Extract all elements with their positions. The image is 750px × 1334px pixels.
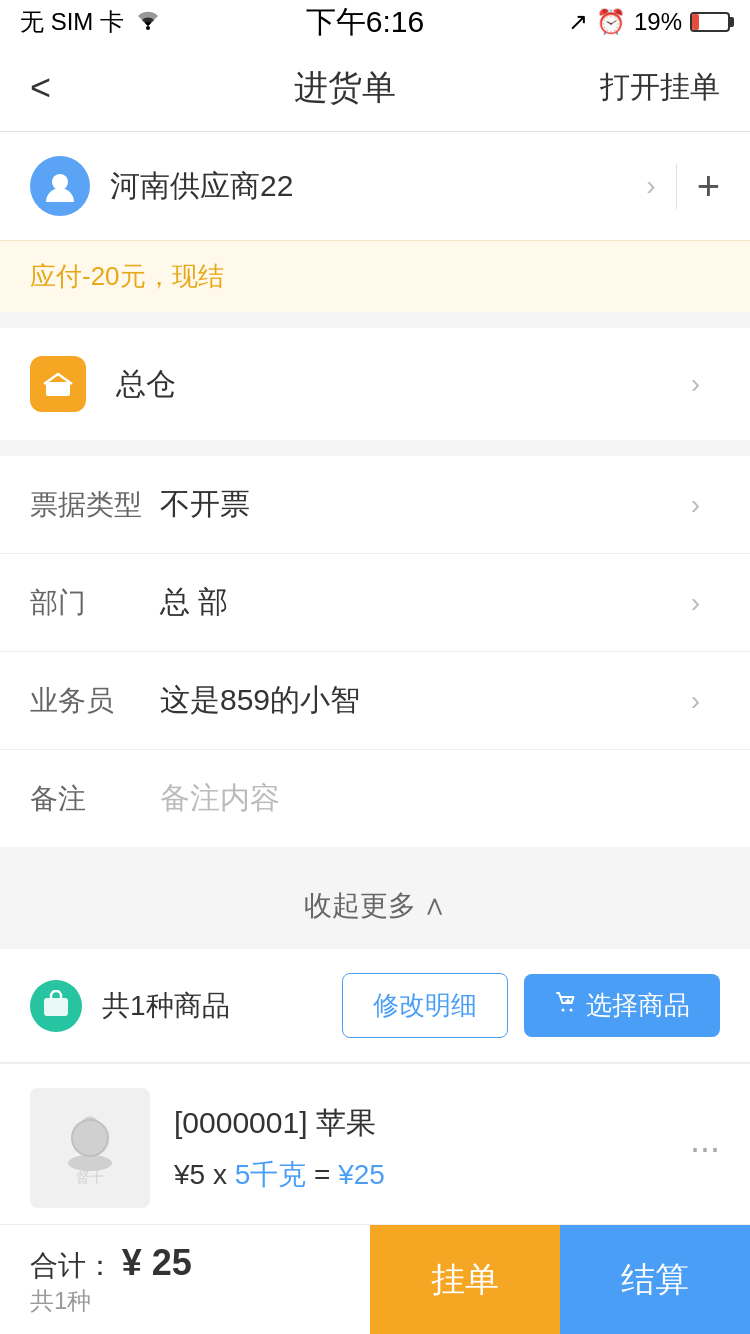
status-left: 无 SIM 卡 — [20, 6, 162, 38]
warehouse-icon — [30, 356, 86, 412]
total-amount: ¥ 25 — [122, 1242, 192, 1283]
location-icon: ↗ — [568, 8, 588, 36]
collapse-button[interactable]: 收起更多 ∧ — [0, 863, 750, 949]
price-unit: ¥5 — [174, 1159, 205, 1190]
back-button[interactable]: < — [30, 67, 90, 109]
add-supplier-button[interactable]: + — [676, 164, 720, 209]
products-icon — [30, 980, 82, 1032]
products-count-label: 共1种商品 — [102, 987, 342, 1025]
svg-point-1 — [52, 174, 68, 190]
salesperson-label: 业务员 — [30, 682, 150, 720]
product-thumbnail: 督十 — [30, 1088, 150, 1208]
supplier-name: 河南供应商22 — [110, 166, 646, 207]
salesperson-row[interactable]: 业务员 这是859的小智 › — [0, 651, 750, 749]
svg-rect-3 — [44, 998, 68, 1016]
edit-detail-button[interactable]: 修改明细 — [342, 973, 508, 1038]
select-product-label: 选择商品 — [586, 988, 690, 1023]
price-quantity: 5千克 — [235, 1159, 307, 1190]
supplier-notice-banner: 应付-20元，现结 — [0, 240, 750, 312]
hang-label: 挂单 — [431, 1257, 499, 1303]
salesperson-chevron-icon: › — [691, 685, 700, 717]
product-item: 督十 [0000001] 苹果 ¥5 x 5千克 = ¥25 ··· — [0, 1063, 750, 1232]
checkout-label: 结算 — [621, 1257, 689, 1303]
warehouse-section: 总仓 › — [0, 328, 750, 440]
carrier-label: 无 SIM 卡 — [20, 6, 124, 38]
checkout-button[interactable]: 结算 — [560, 1225, 750, 1334]
svg-point-4 — [562, 1009, 565, 1012]
price-multiply: x — [213, 1159, 235, 1190]
salesperson-value: 这是859的小智 — [160, 680, 691, 721]
invoice-type-chevron-icon: › — [691, 489, 700, 521]
total-count: 共1种 — [30, 1285, 340, 1317]
total-row: 合计： ¥ 25 — [30, 1242, 340, 1285]
price-total: ¥25 — [338, 1159, 385, 1190]
battery-percent: 19% — [634, 8, 682, 36]
invoice-type-value: 不开票 — [160, 484, 691, 525]
collapse-label: 收起更多 ∧ — [304, 890, 447, 921]
battery-icon — [690, 12, 730, 32]
remark-label: 备注 — [30, 780, 150, 818]
svg-text:督十: 督十 — [76, 1169, 104, 1185]
product-price: ¥5 x 5千克 = ¥25 — [174, 1156, 674, 1194]
select-product-button[interactable]: 选择商品 — [524, 974, 720, 1037]
supplier-row[interactable]: 河南供应商22 › + — [0, 132, 750, 240]
price-equals: = — [314, 1159, 338, 1190]
status-time: 下午6:16 — [306, 2, 424, 43]
hang-button[interactable]: 挂单 — [370, 1225, 560, 1334]
warehouse-row[interactable]: 总仓 › — [0, 328, 750, 440]
page-title: 进货单 — [294, 65, 396, 111]
bottom-bar: 合计： ¥ 25 共1种 挂单 结算 — [0, 1224, 750, 1334]
department-label: 部门 — [30, 584, 150, 622]
warehouse-value: 总仓 — [116, 364, 691, 405]
product-title: 苹果 — [316, 1106, 376, 1139]
svg-rect-2 — [46, 382, 70, 396]
svg-point-5 — [570, 1009, 573, 1012]
products-header: 共1种商品 修改明细 选择商品 — [0, 949, 750, 1063]
wifi-icon — [134, 8, 162, 36]
department-row[interactable]: 部门 总 部 › — [0, 553, 750, 651]
invoice-type-label: 票据类型 — [30, 486, 150, 524]
svg-point-0 — [146, 26, 150, 30]
invoice-type-row[interactable]: 票据类型 不开票 › — [0, 456, 750, 553]
department-value: 总 部 — [160, 582, 691, 623]
products-section: 共1种商品 修改明细 选择商品 — [0, 949, 750, 1232]
warehouse-chevron-icon: › — [691, 368, 700, 400]
supplier-section: 河南供应商22 › + 应付-20元，现结 — [0, 132, 750, 312]
cart-icon — [554, 990, 578, 1021]
status-bar: 无 SIM 卡 下午6:16 ↗ ⏰ 19% — [0, 0, 750, 44]
product-info: [0000001] 苹果 ¥5 x 5千克 = ¥25 — [174, 1103, 674, 1194]
product-code: [0000001] — [174, 1106, 307, 1139]
department-chevron-icon: › — [691, 587, 700, 619]
supplier-notice-text: 应付-20元，现结 — [30, 261, 224, 291]
nav-bar: < 进货单 打开挂单 — [0, 44, 750, 132]
remark-row[interactable]: 备注 备注内容 — [0, 749, 750, 847]
alarm-icon: ⏰ — [596, 8, 626, 36]
product-more-button[interactable]: ··· — [674, 1127, 720, 1169]
remark-input[interactable]: 备注内容 — [160, 778, 720, 819]
open-pending-button[interactable]: 打开挂单 — [600, 67, 720, 108]
product-name: [0000001] 苹果 — [174, 1103, 674, 1144]
status-right: ↗ ⏰ 19% — [568, 8, 730, 36]
total-area: 合计： ¥ 25 共1种 — [0, 1225, 370, 1334]
main-content: 河南供应商22 › + 应付-20元，现结 总仓 › 票据类型 不开票 › — [0, 132, 750, 1334]
total-label: 合计： — [30, 1250, 114, 1281]
supplier-chevron-icon: › — [646, 170, 655, 202]
supplier-avatar — [30, 156, 90, 216]
fields-section: 票据类型 不开票 › 部门 总 部 › 业务员 这是859的小智 › 备注 备注… — [0, 456, 750, 847]
